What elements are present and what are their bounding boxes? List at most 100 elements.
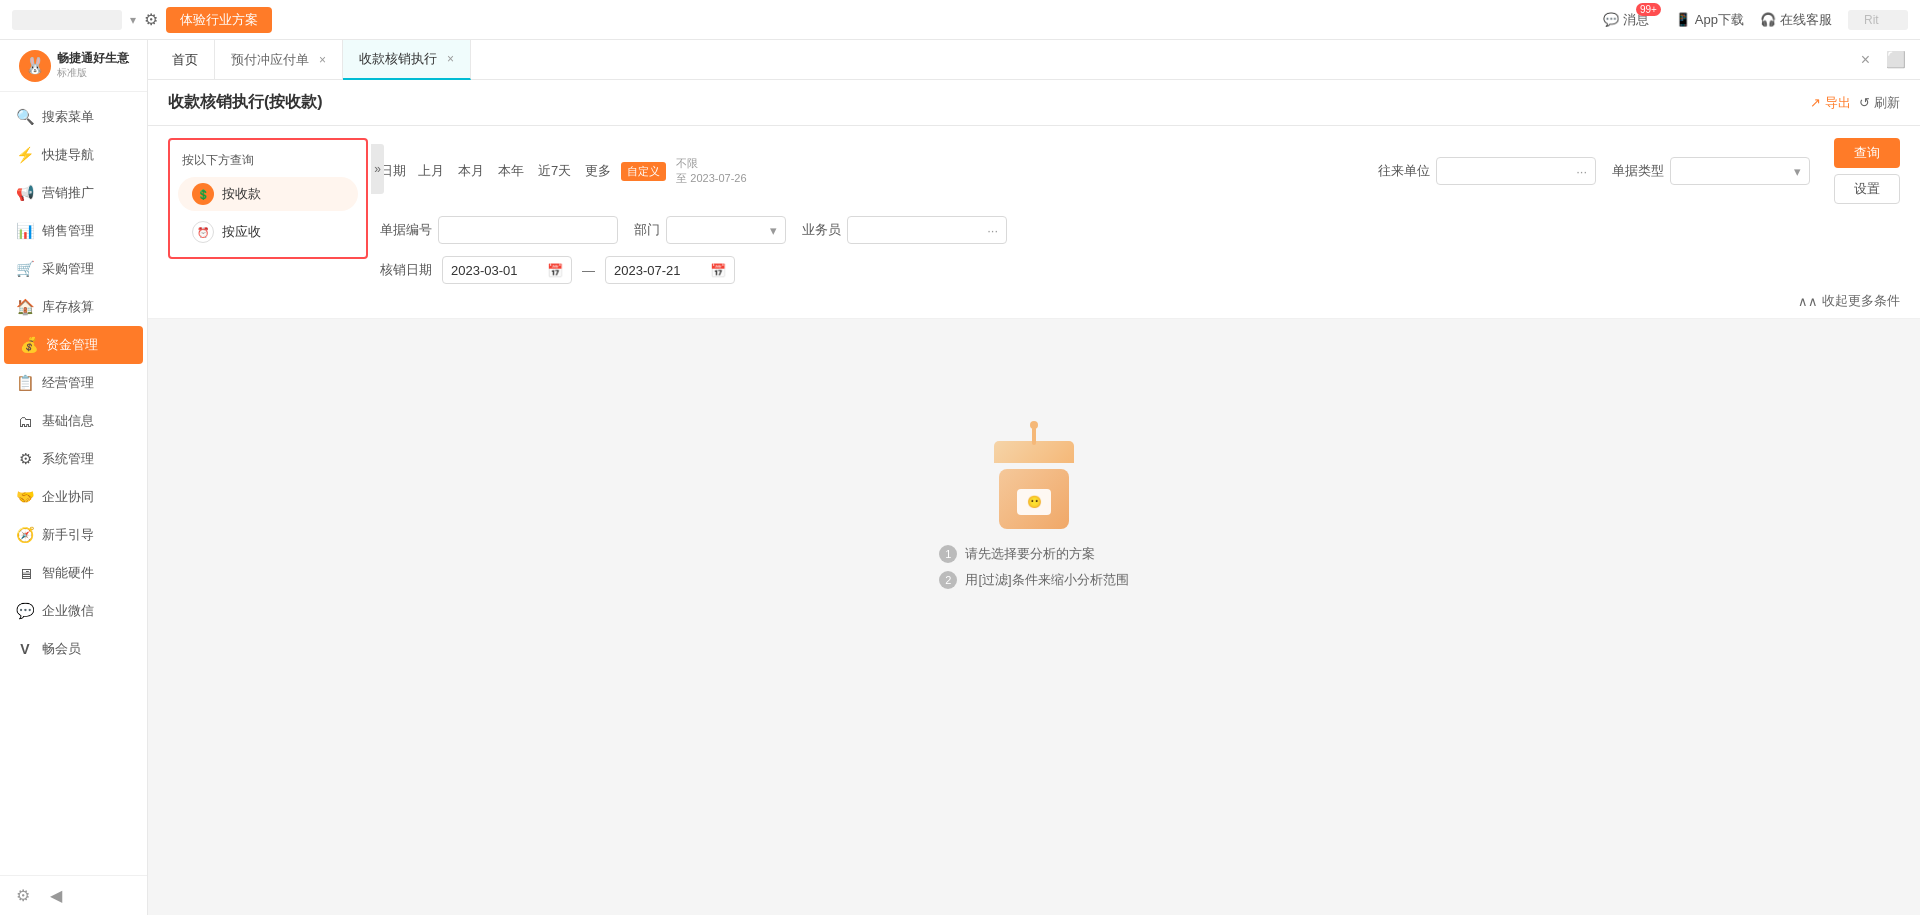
wechat-icon: 💬: [16, 602, 34, 620]
sidebar-item-finance[interactable]: 💰 资金管理: [4, 326, 143, 364]
empty-step1: 1 请先选择要分析的方案: [939, 545, 1128, 563]
date-custom-badge[interactable]: 自定义: [621, 162, 666, 181]
date-no-limit: 不限: [676, 156, 746, 171]
sidebar-item-label: 销售管理: [42, 222, 94, 240]
user-avatar[interactable]: Rit: [1848, 10, 1908, 30]
solution-button[interactable]: 体验行业方案: [166, 7, 272, 33]
writeoff-label: 核销日期: [380, 261, 432, 279]
doctype-label: 单据类型: [1612, 162, 1664, 180]
dept-filter-group: 部门 ▾: [634, 216, 786, 244]
docno-input[interactable]: [438, 216, 618, 244]
calendar-start-icon: 📅: [547, 263, 563, 278]
date-btn-more[interactable]: 更多: [581, 160, 615, 182]
sidebar-item-vip[interactable]: V 畅会员: [0, 630, 147, 668]
doctype-filter-group: 单据类型 ▾: [1612, 157, 1810, 185]
receivable-icon: ⏰: [192, 221, 214, 243]
filter-collapse-button[interactable]: »: [371, 144, 384, 194]
export-button[interactable]: ↗ 导出: [1810, 94, 1851, 112]
marketing-icon: 📢: [16, 184, 34, 202]
tab-receipt-label: 收款核销执行: [359, 50, 437, 68]
tab-prepay[interactable]: 预付冲应付单 ×: [215, 40, 343, 80]
sidebar-item-wechat[interactable]: 💬 企业微信: [0, 592, 147, 630]
sidebar-collapse-icon[interactable]: ◀: [50, 886, 62, 905]
message-badge: 99+: [1636, 3, 1661, 16]
sidebar-item-hardware[interactable]: 🖥 智能硬件: [0, 554, 147, 592]
query-button[interactable]: 查询: [1834, 138, 1900, 168]
date-btn-7days[interactable]: 近7天: [534, 160, 575, 182]
settings-icon[interactable]: ⚙: [144, 10, 158, 29]
partner-input[interactable]: ···: [1436, 157, 1596, 185]
app-edition: 标准版: [57, 66, 129, 80]
filter-row-2: 单据编号 部门 ▾ 业务员: [380, 216, 1900, 244]
collapse-more-button[interactable]: ∧∧ 收起更多条件: [1798, 292, 1900, 310]
page-title: 收款核销执行(按收款): [168, 92, 323, 125]
sidebar-settings-icon[interactable]: ⚙: [16, 886, 30, 905]
system-icon: ⚙: [16, 450, 34, 468]
sidebar-item-system[interactable]: ⚙ 系统管理: [0, 440, 147, 478]
service-button[interactable]: 🎧 在线客服: [1760, 11, 1832, 29]
tab-receipt-close[interactable]: ×: [447, 52, 454, 66]
partner-dots: ···: [1576, 164, 1587, 179]
sidebar-item-marketing[interactable]: 📢 营销推广: [0, 174, 147, 212]
dropdown-arrow-icon[interactable]: ▾: [130, 13, 136, 27]
content-area: 首页 预付冲应付单 × 收款核销执行 × × ⬜ 收款核销执行(按收款): [148, 40, 1920, 915]
sidebar-item-label: 资金管理: [46, 336, 98, 354]
sidebar-item-collab[interactable]: 🤝 企业协同: [0, 478, 147, 516]
staff-label: 业务员: [802, 221, 841, 239]
message-button[interactable]: 💬 消息 99+: [1603, 11, 1649, 29]
sidebar-item-shortcut[interactable]: ⚡ 快捷导航: [0, 136, 147, 174]
tab-maximize-button[interactable]: ⬜: [1880, 48, 1912, 71]
filter-right: 日期 上月 本月 本年 近7天 更多 自定义 不限 至 2023-07-26: [380, 138, 1900, 310]
settings-button[interactable]: 设置: [1834, 174, 1900, 204]
app-icon: 📱: [1675, 12, 1691, 27]
search-icon: 🔍: [16, 108, 34, 126]
tab-close-all-button[interactable]: ×: [1855, 49, 1876, 71]
sidebar-item-guide[interactable]: 🧭 新手引导: [0, 516, 147, 554]
partner-filter-group: 往来单位 ···: [1378, 157, 1596, 185]
management-icon: 📋: [16, 374, 34, 392]
sidebar-item-sales[interactable]: 📊 销售管理: [0, 212, 147, 250]
empty-text-group: 1 请先选择要分析的方案 2 用[过滤]条件来缩小分析范围: [939, 545, 1128, 589]
sidebar-bottom: ⚙ ◀: [0, 875, 147, 915]
writeoff-start-input[interactable]: 2023-03-01 📅: [442, 256, 572, 284]
partner-label: 往来单位: [1378, 162, 1430, 180]
refresh-button[interactable]: ↺ 刷新: [1859, 94, 1900, 112]
sidebar-item-inventory[interactable]: 🏠 库存核算: [0, 288, 147, 326]
filter-area: 按以下方查询 💲 按收款 ⏰ 按应收 »: [148, 126, 1920, 319]
tab-home[interactable]: 首页: [156, 40, 215, 80]
tab-prepay-close[interactable]: ×: [319, 53, 326, 67]
sidebar-item-management[interactable]: 📋 经营管理: [0, 364, 147, 402]
empty-illustration: 😶: [979, 419, 1089, 529]
headset-icon: 🎧: [1760, 12, 1776, 27]
date-btn-last-month[interactable]: 上月: [414, 160, 448, 182]
top-bar-left: ▾ ⚙ 体验行业方案: [12, 7, 1603, 33]
date-hint: 不限 至 2023-07-26: [676, 156, 746, 186]
writeoff-start-value: 2023-03-01: [451, 263, 518, 278]
sidebar-item-label: 新手引导: [42, 526, 94, 544]
doctype-arrow: ▾: [1794, 164, 1801, 179]
brand-placeholder: [12, 10, 122, 30]
dept-select[interactable]: ▾: [666, 216, 786, 244]
basic-info-icon: 🗂: [16, 413, 34, 430]
sidebar-logo: 🐰 畅捷通好生意 标准版: [0, 40, 147, 92]
date-btn-this-month[interactable]: 本月: [454, 160, 488, 182]
date-btn-this-year[interactable]: 本年: [494, 160, 528, 182]
sidebar-item-purchase[interactable]: 🛒 采购管理: [0, 250, 147, 288]
tab-bar: 首页 预付冲应付单 × 收款核销执行 × × ⬜: [148, 40, 1920, 80]
sidebar-item-basic-info[interactable]: 🗂 基础信息: [0, 402, 147, 440]
collapse-more-label: 收起更多条件: [1822, 292, 1900, 310]
doctype-select[interactable]: ▾: [1670, 157, 1810, 185]
app-download-button[interactable]: 📱 App下载: [1675, 11, 1744, 29]
date-sep: —: [582, 263, 595, 278]
filter-option-by-receivable[interactable]: ⏰ 按应收: [178, 215, 358, 249]
tab-receipt[interactable]: 收款核销执行 ×: [343, 40, 471, 80]
logo-text-group: 畅捷通好生意 标准版: [57, 51, 129, 81]
writeoff-end-input[interactable]: 2023-07-21 📅: [605, 256, 735, 284]
filter-option-by-receipt[interactable]: 💲 按收款: [178, 177, 358, 211]
logo-icon: 🐰: [19, 50, 51, 82]
filter-row-1: 日期 上月 本月 本年 近7天 更多 自定义 不限 至 2023-07-26: [380, 138, 1900, 204]
top-bar-right: 💬 消息 99+ 📱 App下载 🎧 在线客服 Rit: [1603, 10, 1908, 30]
page-content: 收款核销执行(按收款) ↗ 导出 ↺ 刷新 按以下方查询: [148, 80, 1920, 915]
sidebar-item-search[interactable]: 🔍 搜索菜单: [0, 98, 147, 136]
staff-input[interactable]: ···: [847, 216, 1007, 244]
